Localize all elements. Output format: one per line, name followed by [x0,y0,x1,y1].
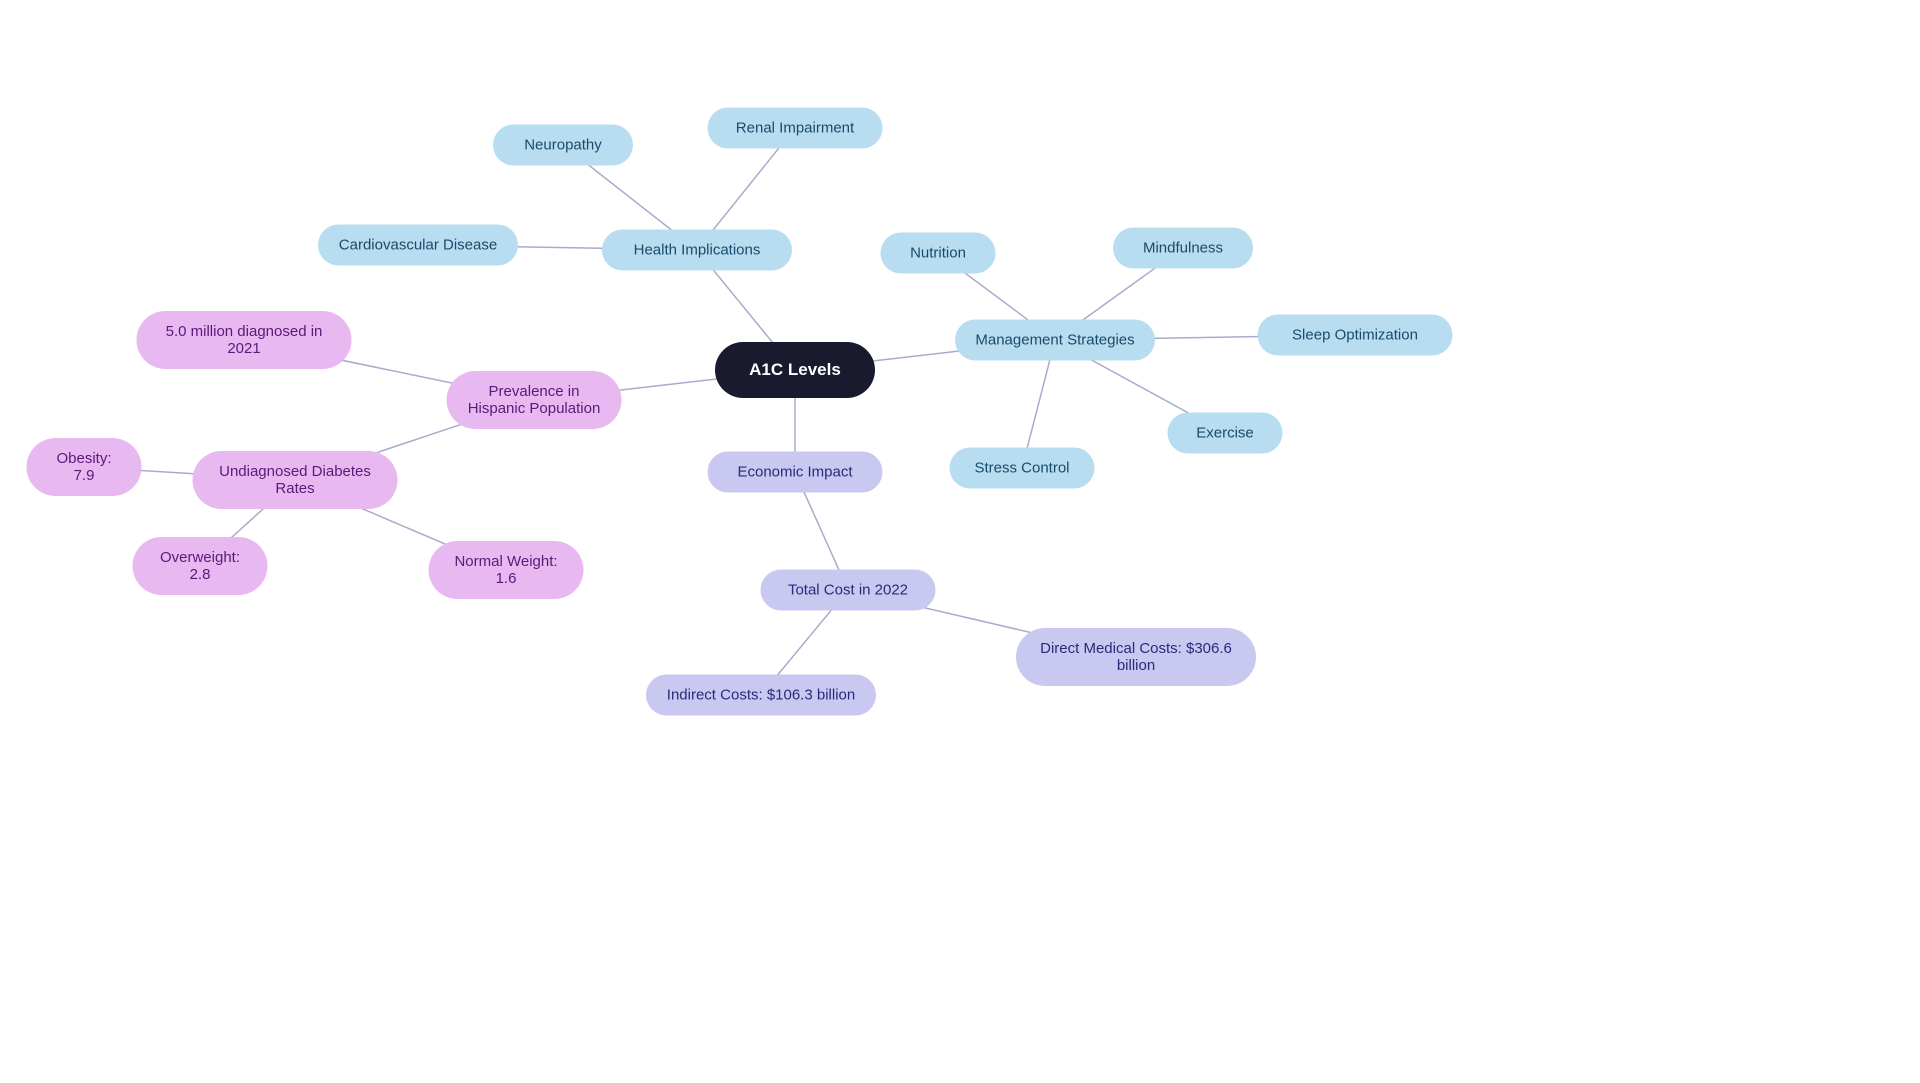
node-obesity: Obesity: 7.9 [27,438,142,496]
node-diagnosed_2021: 5.0 million diagnosed in 2021 [137,311,352,369]
node-mindfulness: Mindfulness [1113,228,1253,269]
node-normal_weight: Normal Weight: 1.6 [429,541,584,599]
node-prevalence: Prevalence in Hispanic Population [447,371,622,429]
node-renal_impairment: Renal Impairment [708,108,883,149]
node-overweight: Overweight: 2.8 [133,537,268,595]
mindmap-container: A1C Levels Health Implications Neuropathy R… [0,0,1920,1083]
node-health_implications: Health Implications [602,230,792,271]
node-neuropathy: Neuropathy [493,125,633,166]
node-nutrition: Nutrition [881,233,996,274]
node-management: Management Strategies [955,320,1155,361]
node-direct_medical: Direct Medical Costs: $306.6 billion [1016,628,1256,686]
node-total_cost: Total Cost in 2022 [761,570,936,611]
node-center: A1C Levels [715,342,875,398]
node-indirect_costs: Indirect Costs: $106.3 billion [646,675,876,716]
connections-svg [0,0,1920,1083]
node-stress_control: Stress Control [950,448,1095,489]
node-exercise: Exercise [1168,413,1283,454]
node-sleep_opt: Sleep Optimization [1258,315,1453,356]
node-economic_impact: Economic Impact [708,452,883,493]
node-cardiovascular: Cardiovascular Disease [318,225,518,266]
node-undiagnosed: Undiagnosed Diabetes Rates [193,451,398,509]
